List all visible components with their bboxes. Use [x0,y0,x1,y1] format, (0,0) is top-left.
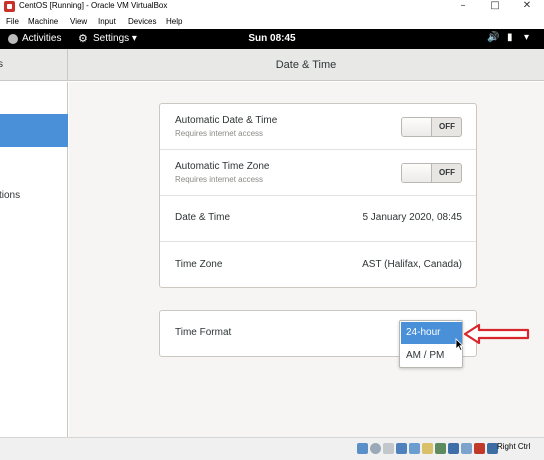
page-title: Date & Time [275,59,337,71]
time-format-option-24-hour[interactable]: 24-hour [401,322,462,344]
auto-datetime-sub: Requires internet access [175,129,264,138]
time-format-dropdown: 24-hour AM / PM [399,320,463,368]
display-icon[interactable] [435,443,446,454]
gnome-topbar: Activities ⚙ Settings ▾ Sun 08:45 🔊 ▮ ▾ [0,29,544,49]
timezone-label: Time Zone [175,259,223,270]
auto-timezone-switch[interactable]: OFF [401,163,462,183]
host-menubar: File Machine View Input Devices Help [0,14,544,29]
mouse-integration-icon[interactable] [474,443,485,454]
sidebar-item-date-time[interactable] [0,114,68,147]
window-title: CentOS [Running] - Oracle VM VirtualBox [19,1,168,10]
switch-state: OFF [439,122,455,131]
timezone-row[interactable]: Time Zone AST (Halifax, Canada) [160,242,476,288]
volume-icon[interactable]: 🔊 [487,32,499,43]
switch-knob [402,164,432,182]
window-titlebar: CentOS [Running] - Oracle VM VirtualBox … [0,0,544,14]
datetime-label: Date & Time [175,212,231,223]
clock[interactable]: Sun 08:45 [0,33,544,44]
settings-sidebar: tions [0,82,68,437]
datetime-value: 5 January 2020, 08:45 [362,212,462,223]
recording-icon[interactable] [448,443,459,454]
auto-datetime-label: Automatic Date & Time [175,115,278,126]
menu-machine[interactable]: Machine [28,17,58,26]
sidebar-header-title: s [0,59,3,70]
maximize-button[interactable]: □ [480,0,510,14]
menu-help[interactable]: Help [166,17,182,26]
auto-datetime-switch[interactable]: OFF [401,117,462,137]
usb-icon[interactable] [409,443,420,454]
host-key-label: Right Ctrl [497,442,531,451]
auto-timezone-sub: Requires internet access [175,175,264,184]
hard-disk-icon[interactable] [357,443,368,454]
virtualbox-icon [4,1,15,12]
close-button[interactable]: ✕ [512,0,542,14]
menu-view[interactable]: View [70,17,87,26]
sidebar-item-label[interactable]: tions [0,190,20,201]
battery-icon[interactable]: ▮ [507,32,513,43]
network-icon[interactable] [396,443,407,454]
system-menu-chevron-icon[interactable]: ▾ [524,32,529,43]
settings-headerbar: s Date & Time [0,49,544,81]
auto-timezone-label: Automatic Time Zone [175,161,270,172]
menu-file[interactable]: File [6,17,19,26]
vm-statusbar: Right Ctrl [0,437,544,460]
timezone-value: AST (Halifax, Canada) [362,259,462,270]
switch-state: OFF [439,168,455,177]
minimize-button[interactable]: – [448,0,478,14]
auto-timezone-row[interactable]: Automatic Time Zone Requires internet ac… [160,150,476,196]
auto-datetime-row[interactable]: Automatic Date & Time Requires internet … [160,104,476,150]
sidebar-header: s [0,49,68,81]
menu-devices[interactable]: Devices [128,17,156,26]
mouse-pointer-icon [455,338,464,351]
shared-folders-icon[interactable] [422,443,433,454]
menu-input[interactable]: Input [98,17,116,26]
audio-icon[interactable] [383,443,394,454]
date-time-panel: Automatic Date & Time Requires internet … [69,82,544,437]
date-time-settings-list: Automatic Date & Time Requires internet … [159,103,477,288]
time-format-option-am-pm[interactable]: AM / PM [401,345,462,367]
annotation-arrow-icon [464,323,530,345]
time-format-label: Time Format [175,327,232,338]
cpu-icon[interactable] [461,443,472,454]
datetime-row[interactable]: Date & Time 5 January 2020, 08:45 [160,196,476,242]
switch-knob [402,118,432,136]
optical-drive-icon[interactable] [370,443,381,454]
